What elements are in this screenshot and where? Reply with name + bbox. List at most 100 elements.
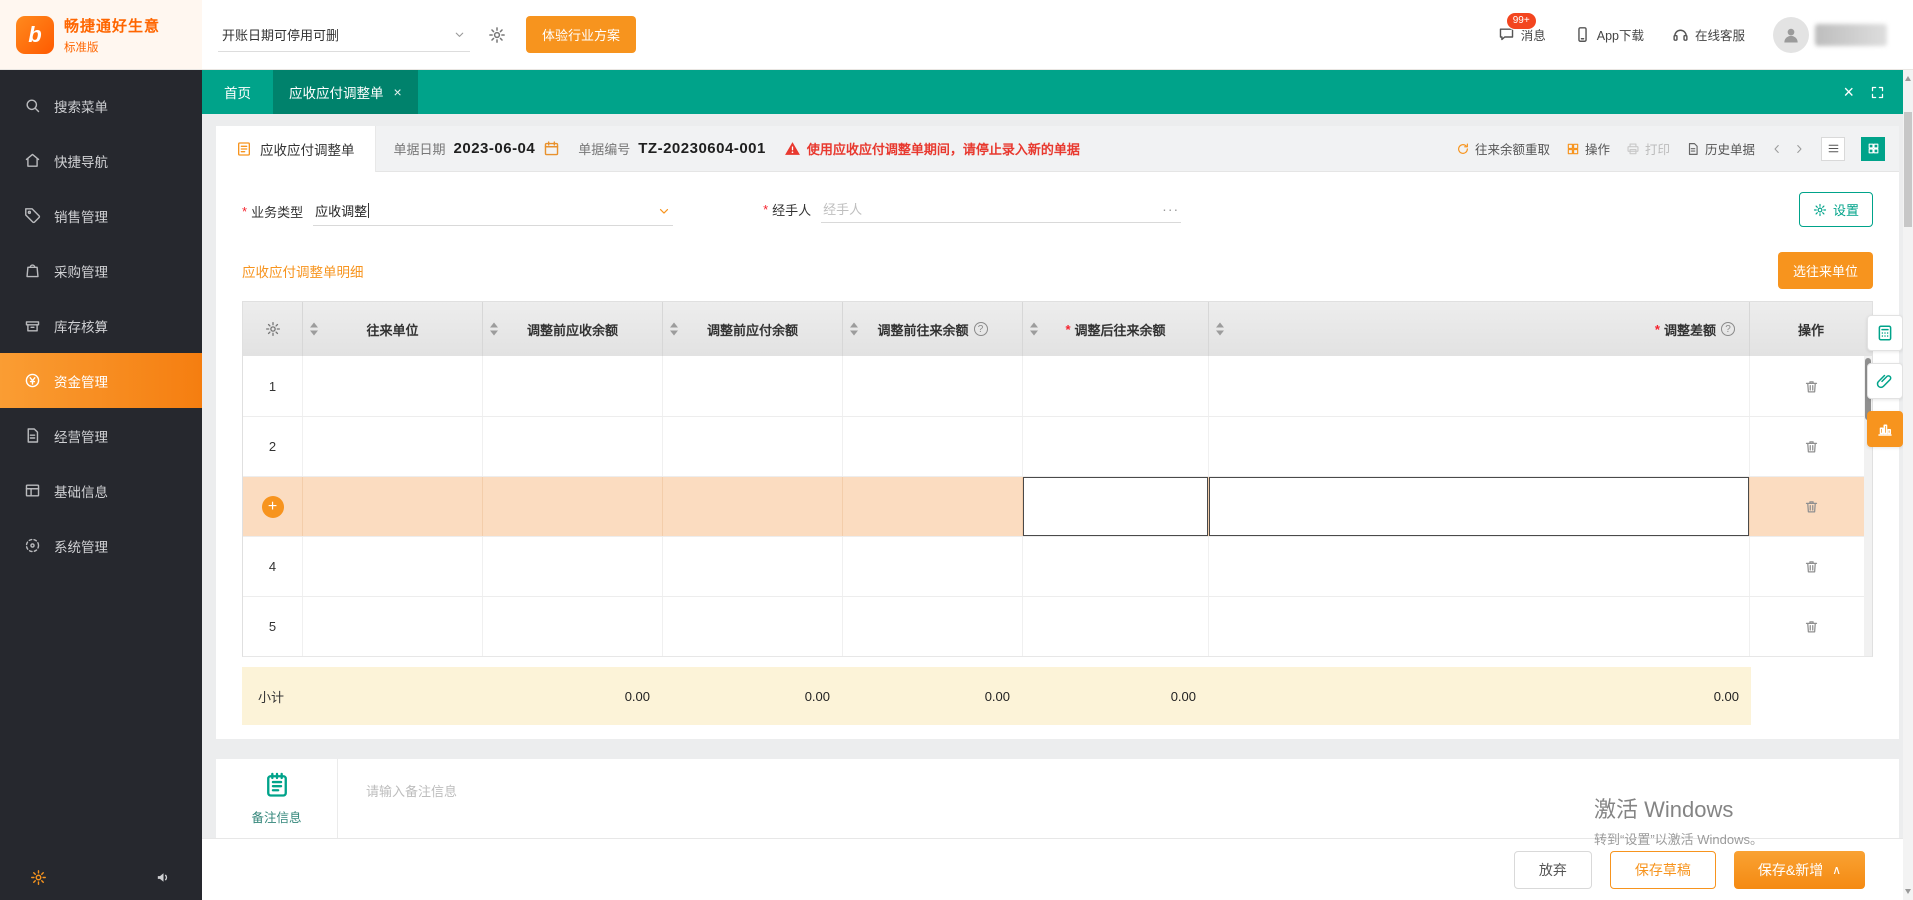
diff-cell[interactable] [1209, 356, 1750, 416]
page-scrollbar-thumb[interactable] [1904, 112, 1912, 227]
operate-menu-button[interactable]: 操作 [1566, 139, 1610, 158]
column-settings-cell[interactable] [243, 302, 303, 356]
pre-balance-cell[interactable] [843, 356, 1023, 416]
fullscreen-icon[interactable] [1870, 85, 1885, 100]
sort-icon[interactable] [1216, 322, 1224, 336]
partner-cell[interactable] [303, 477, 483, 536]
partner-cell[interactable] [303, 537, 483, 596]
save-and-new-button[interactable]: 保存&新增 ∧ [1733, 850, 1865, 889]
pre-balance-cell[interactable] [843, 477, 1023, 536]
column-diff[interactable]: * 调整差额 ? [1209, 302, 1750, 356]
messages-button[interactable]: 99+ 消息 [1498, 12, 1546, 44]
pre-balance-cell[interactable] [843, 597, 1023, 656]
sidebar-item-search-menu[interactable]: 搜索菜单 [0, 78, 202, 133]
pre-balance-cell[interactable] [843, 417, 1023, 476]
avatar[interactable] [1773, 16, 1809, 53]
sidebar-item-operations[interactable]: 经营管理 [0, 408, 202, 463]
pre-payable-cell[interactable] [663, 597, 843, 656]
post-balance-cell-editing[interactable] [1023, 477, 1209, 536]
remark-input[interactable] [366, 784, 1871, 799]
sidebar-item-sales[interactable]: 销售管理 [0, 188, 202, 243]
info-icon[interactable]: ? [973, 322, 988, 336]
diff-cell-editing[interactable] [1209, 477, 1750, 536]
diff-cell[interactable] [1209, 597, 1750, 656]
user-account[interactable] [1773, 16, 1887, 53]
online-service-button[interactable]: 在线客服 [1672, 25, 1745, 44]
post-balance-cell[interactable] [1023, 356, 1209, 416]
sidebar-settings-button[interactable] [30, 869, 47, 886]
scroll-up-arrow[interactable] [1905, 76, 1911, 81]
pre-payable-cell[interactable] [663, 356, 843, 416]
pre-receivable-cell[interactable] [483, 597, 663, 656]
tab-home[interactable]: 首页 [202, 70, 273, 114]
sidebar-item-quick-nav[interactable]: 快捷导航 [0, 133, 202, 188]
brand-logo[interactable]: b 畅捷通好生意 标准版 [0, 0, 202, 69]
next-doc-button[interactable] [1793, 143, 1805, 155]
industry-solution-button[interactable]: 体验行业方案 [526, 16, 637, 53]
sidebar-item-system[interactable]: 系统管理 [0, 518, 202, 573]
topbar-gear-button[interactable] [488, 26, 506, 44]
pre-receivable-cell[interactable] [483, 417, 663, 476]
page-scrollbar[interactable] [1903, 70, 1913, 900]
biz-type-select[interactable]: 应收调整 [313, 196, 674, 226]
diff-cell[interactable] [1209, 537, 1750, 596]
sort-icon[interactable] [850, 322, 858, 336]
post-balance-cell[interactable] [1023, 597, 1209, 656]
period-dropdown[interactable]: 开账日期可停用可删 [218, 18, 470, 52]
diff-cell[interactable] [1209, 417, 1750, 476]
tab-close-icon[interactable]: × [394, 84, 402, 100]
column-partner[interactable]: 往来单位 [303, 302, 483, 356]
calendar-picker-button[interactable] [543, 140, 560, 157]
sidebar-collapse-button[interactable] [155, 869, 172, 886]
partner-cell[interactable] [303, 597, 483, 656]
delete-row-button[interactable] [1804, 619, 1819, 634]
app-download-button[interactable]: App下载 [1574, 25, 1644, 44]
save-draft-button[interactable]: 保存草稿 [1609, 850, 1716, 889]
pre-payable-cell[interactable] [663, 417, 843, 476]
handler-picker-button[interactable]: ··· [1162, 201, 1179, 217]
post-balance-cell[interactable] [1023, 537, 1209, 596]
grid-view-toggle[interactable] [1861, 136, 1885, 161]
column-pre-receivable[interactable]: 调整前应收余额 [483, 302, 663, 356]
doc-date-value[interactable]: 2023-06-04 [454, 140, 536, 157]
pre-balance-cell[interactable] [843, 537, 1023, 596]
partner-cell[interactable] [303, 356, 483, 416]
delete-row-button[interactable] [1804, 439, 1819, 454]
sort-icon[interactable] [1030, 322, 1038, 336]
document-title-tab[interactable]: 应收应付调整单 [216, 125, 376, 172]
pre-payable-cell[interactable] [663, 537, 843, 596]
pre-receivable-cell[interactable] [483, 477, 663, 536]
rebalance-button[interactable]: 往来余额重取 [1456, 139, 1550, 158]
scroll-down-arrow[interactable] [1905, 889, 1911, 894]
delete-row-button[interactable] [1804, 379, 1819, 394]
prev-doc-button[interactable] [1771, 143, 1783, 155]
partner-cell[interactable] [303, 417, 483, 476]
column-pre-balance[interactable]: 调整前往来余额 ? [843, 302, 1023, 356]
sidebar-item-purchase[interactable]: 采购管理 [0, 243, 202, 298]
delete-row-button[interactable] [1804, 559, 1819, 574]
sidebar-item-base-info[interactable]: 基础信息 [0, 463, 202, 518]
print-button[interactable]: 打印 [1626, 139, 1670, 158]
sidebar-item-funds[interactable]: 资金管理 [0, 353, 202, 408]
column-post-balance[interactable]: * 调整后往来余额 [1023, 302, 1209, 356]
sort-icon[interactable] [310, 322, 318, 336]
delete-row-button[interactable] [1804, 499, 1819, 514]
add-row-button[interactable]: + [261, 495, 284, 518]
handler-input[interactable] [823, 201, 1163, 217]
info-icon[interactable]: ? [1721, 322, 1735, 336]
calculator-dock-button[interactable] [1867, 315, 1903, 351]
close-all-icon[interactable]: × [1843, 83, 1854, 101]
settings-button[interactable]: 设置 [1798, 192, 1873, 227]
list-view-toggle[interactable] [1821, 136, 1845, 161]
sort-icon[interactable] [670, 322, 678, 336]
report-dock-button[interactable] [1867, 411, 1903, 447]
column-pre-payable[interactable]: 调整前应付余额 [663, 302, 843, 356]
post-balance-cell[interactable] [1023, 417, 1209, 476]
sort-icon[interactable] [490, 322, 498, 336]
tab-adjustment-doc[interactable]: 应收应付调整单 × [273, 70, 418, 114]
history-docs-button[interactable]: 历史单据 [1686, 139, 1755, 158]
select-partner-button[interactable]: 选往来单位 [1777, 252, 1873, 289]
sidebar-item-inventory[interactable]: 库存核算 [0, 298, 202, 353]
discard-button[interactable]: 放弃 [1513, 850, 1592, 889]
attachment-dock-button[interactable] [1867, 363, 1903, 399]
